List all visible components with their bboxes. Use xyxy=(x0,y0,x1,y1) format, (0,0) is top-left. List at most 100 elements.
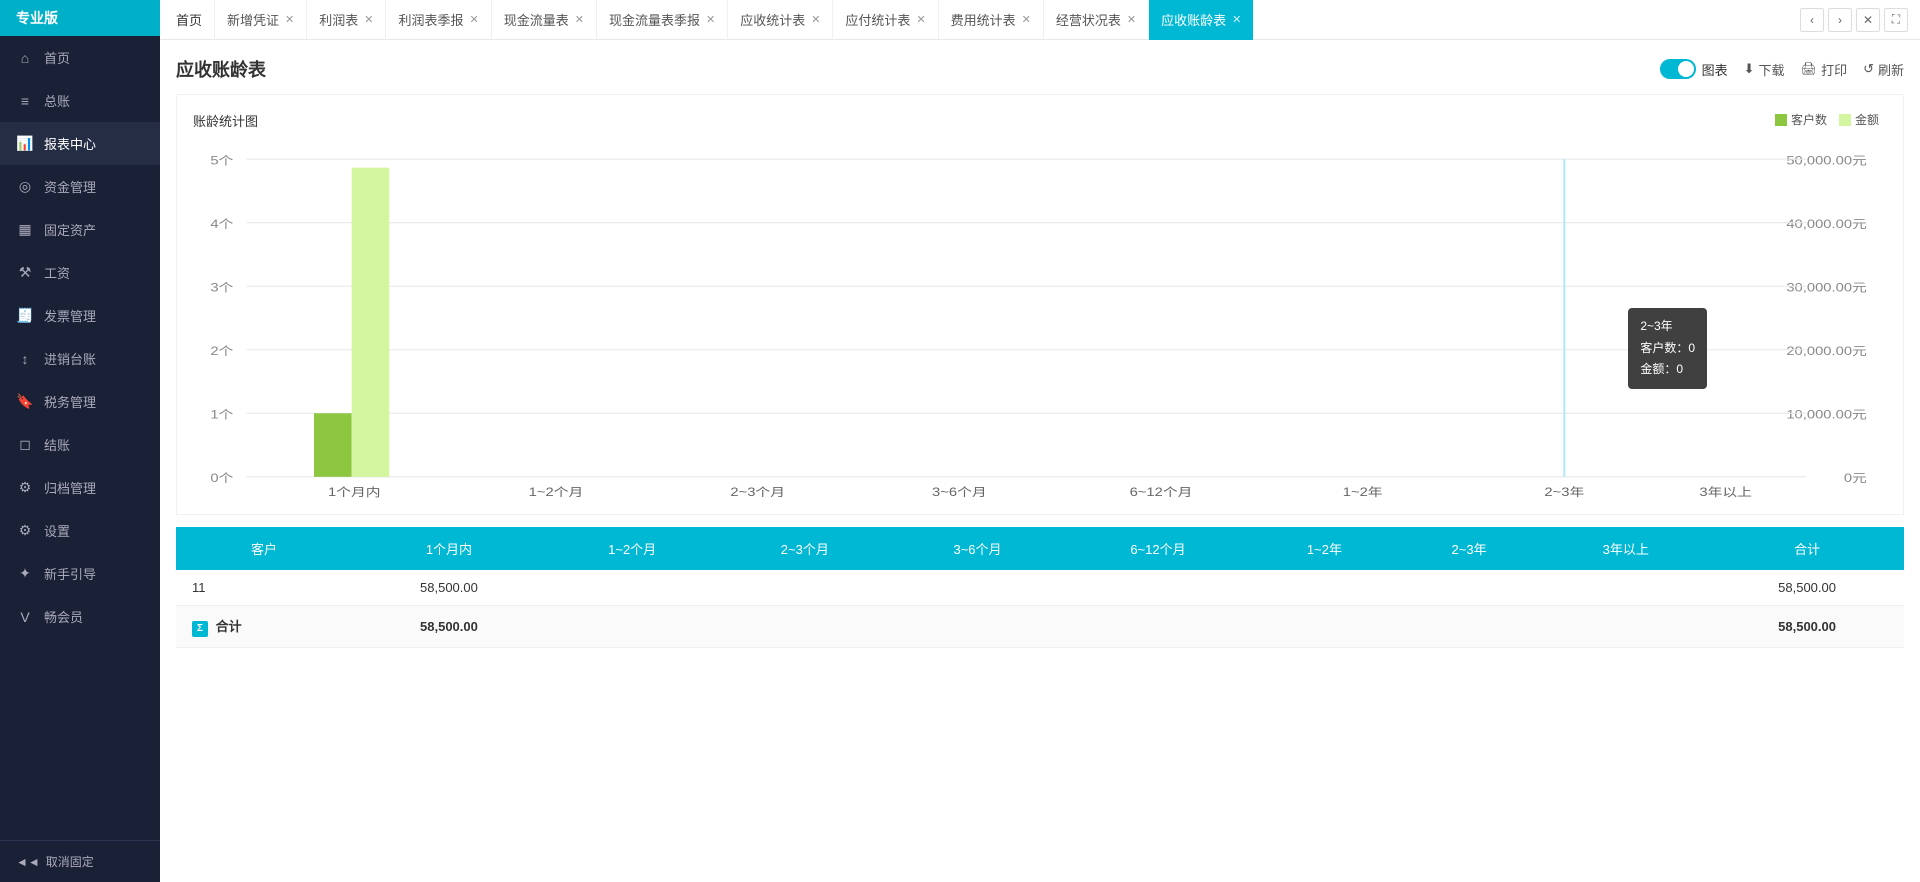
total-row: Σ 合计 58,500.00 58,500.00 xyxy=(176,606,1904,648)
col-y3plus: 3年以上 xyxy=(1541,527,1710,570)
sidebar-item-tax[interactable]: 🔖 税务管理 xyxy=(0,380,160,423)
sidebar-item-label: 固定资产 xyxy=(44,220,96,239)
tab-close[interactable]: ✕ xyxy=(470,13,479,26)
cell-y23 xyxy=(1397,570,1542,606)
svg-text:10,000.00元: 10,000.00元 xyxy=(1786,408,1866,421)
tab-label: 利润表 xyxy=(319,10,358,29)
sidebar-item-label: 发票管理 xyxy=(44,306,96,325)
page-content: 应收账龄表 图表 ⬇ 下载 🖨 打印 ↺ 刷新 xyxy=(160,40,1920,882)
cell-total: 58,500.00 xyxy=(1710,570,1904,606)
table-row: 11 58,500.00 58,500.00 xyxy=(176,570,1904,606)
svg-text:0个: 0个 xyxy=(210,472,233,485)
svg-text:1个: 1个 xyxy=(210,408,233,421)
legend-customer-label: 客户数 xyxy=(1791,111,1827,128)
col-m1: 1个月内 xyxy=(352,527,546,570)
svg-text:6~12个月: 6~12个月 xyxy=(1130,485,1193,498)
tab-label: 应收统计表 xyxy=(740,10,805,29)
svg-text:50,000.00元: 50,000.00元 xyxy=(1786,154,1866,167)
tab-bar: 首页 新增凭证 ✕ 利润表 ✕ 利润表季报 ✕ 现金流量表 ✕ 现金流量表季报 … xyxy=(160,0,1920,40)
cell-m36 xyxy=(891,570,1064,606)
reports-icon: 📊 xyxy=(16,135,34,152)
ledger-icon: ≡ xyxy=(16,93,34,109)
sidebar-item-sales[interactable]: ↕ 进销台账 xyxy=(0,337,160,380)
tab-close[interactable]: ✕ xyxy=(916,13,925,26)
chart-toggle-wrap: 图表 xyxy=(1660,59,1728,79)
svg-text:2~3年: 2~3年 xyxy=(1544,485,1584,498)
chart-area: 账龄统计图 客户数 金额 0个 1个 2个 3个 4个 xyxy=(176,94,1904,515)
legend-amount-label: 金额 xyxy=(1855,111,1879,128)
print-icon: 🖨 xyxy=(1801,61,1818,77)
svg-text:40,000.00元: 40,000.00元 xyxy=(1786,218,1866,231)
svg-text:1~2年: 1~2年 xyxy=(1343,485,1383,498)
sidebar-item-label: 税务管理 xyxy=(44,392,96,411)
print-button[interactable]: 🖨 打印 xyxy=(1801,60,1848,79)
tab-label: 利润表季报 xyxy=(398,10,463,29)
guide-icon: ✦ xyxy=(16,565,34,582)
download-button[interactable]: ⬇ 下载 xyxy=(1744,60,1785,79)
sidebar-item-home[interactable]: ⌂ 首页 xyxy=(0,36,160,79)
settings-icon: ⚙ xyxy=(16,522,34,539)
unpin-button[interactable]: ◄◄ 取消固定 xyxy=(0,840,160,882)
sidebar-item-label: 总账 xyxy=(44,91,70,110)
total-m36 xyxy=(891,606,1064,648)
tab-close[interactable]: ✕ xyxy=(811,13,820,26)
chart-toggle[interactable] xyxy=(1660,59,1696,79)
tab-close[interactable]: ✕ xyxy=(706,13,715,26)
tab-close[interactable]: ✕ xyxy=(1127,13,1136,26)
print-label: 打印 xyxy=(1821,60,1847,79)
svg-text:3~6个月: 3~6个月 xyxy=(932,485,987,498)
bar-amount-m1 xyxy=(352,168,390,477)
sidebar-item-archive[interactable]: ⚙ 归档管理 xyxy=(0,466,160,509)
sidebar-item-label: 结账 xyxy=(44,435,70,454)
svg-text:4个: 4个 xyxy=(210,218,233,231)
sidebar-item-settle[interactable]: ◻ 结账 xyxy=(0,423,160,466)
sidebar-item-funds[interactable]: ◎ 资金管理 xyxy=(0,165,160,208)
sidebar-item-label: 报表中心 xyxy=(44,134,96,153)
sidebar-item-invoice[interactable]: 🧾 发票管理 xyxy=(0,294,160,337)
tab-new-voucher[interactable]: 新增凭证 ✕ xyxy=(215,0,307,40)
sidebar-item-settings[interactable]: ⚙ 设置 xyxy=(0,509,160,552)
tab-next-button[interactable]: › xyxy=(1828,8,1852,32)
tab-close-all-button[interactable]: ✕ xyxy=(1856,8,1880,32)
tab-profit-quarterly[interactable]: 利润表季报 ✕ xyxy=(386,0,491,40)
tab-expense-stats[interactable]: 费用统计表 ✕ xyxy=(939,0,1044,40)
tab-payable-stats[interactable]: 应付统计表 ✕ xyxy=(833,0,938,40)
tab-close[interactable]: ✕ xyxy=(285,13,294,26)
col-m36: 3~6个月 xyxy=(891,527,1064,570)
tab-business-status[interactable]: 经营状况表 ✕ xyxy=(1044,0,1149,40)
svg-text:1~2个月: 1~2个月 xyxy=(529,485,584,498)
sidebar-item-vip[interactable]: V 畅会员 xyxy=(0,595,160,638)
tab-receivable-aging[interactable]: 应收账龄表 ✕ xyxy=(1149,0,1254,40)
app-logo: 专业版 xyxy=(0,0,160,36)
tab-close[interactable]: ✕ xyxy=(1232,13,1241,26)
main-area: 首页 新增凭证 ✕ 利润表 ✕ 利润表季报 ✕ 现金流量表 ✕ 现金流量表季报 … xyxy=(160,0,1920,882)
tab-close[interactable]: ✕ xyxy=(364,13,373,26)
invoice-icon: 🧾 xyxy=(16,307,34,324)
sidebar-item-label: 工资 xyxy=(44,263,70,282)
tab-cashflow-quarterly[interactable]: 现金流量表季报 ✕ xyxy=(597,0,728,40)
refresh-label: 刷新 xyxy=(1878,60,1904,79)
refresh-button[interactable]: ↺ 刷新 xyxy=(1863,60,1904,79)
tab-receivable-stats[interactable]: 应收统计表 ✕ xyxy=(728,0,833,40)
download-label: 下载 xyxy=(1759,60,1785,79)
tab-expand-button[interactable]: ⛶ xyxy=(1884,8,1908,32)
tab-home[interactable]: 首页 xyxy=(164,0,215,40)
tab-label: 现金流量表季报 xyxy=(609,10,700,29)
sidebar-item-reports[interactable]: 📊 报表中心 xyxy=(0,122,160,165)
unpin-label: 取消固定 xyxy=(46,853,94,870)
tab-close[interactable]: ✕ xyxy=(575,13,584,26)
tab-close[interactable]: ✕ xyxy=(1022,13,1031,26)
tab-cashflow[interactable]: 现金流量表 ✕ xyxy=(492,0,597,40)
total-icon: Σ xyxy=(192,621,208,637)
sidebar-item-guide[interactable]: ✦ 新手引导 xyxy=(0,552,160,595)
svg-text:1个月内: 1个月内 xyxy=(328,485,381,498)
tab-prev-button[interactable]: ‹ xyxy=(1800,8,1824,32)
chart-title: 账龄统计图 xyxy=(193,111,1887,130)
svg-text:0元: 0元 xyxy=(1844,472,1867,485)
sidebar-item-ledger[interactable]: ≡ 总账 xyxy=(0,79,160,122)
chart-toggle-label: 图表 xyxy=(1702,60,1728,79)
archive-icon: ⚙ xyxy=(16,479,34,496)
sidebar-item-salary[interactable]: ⚒ 工资 xyxy=(0,251,160,294)
tab-profit[interactable]: 利润表 ✕ xyxy=(307,0,386,40)
sidebar-item-assets[interactable]: ▦ 固定资产 xyxy=(0,208,160,251)
